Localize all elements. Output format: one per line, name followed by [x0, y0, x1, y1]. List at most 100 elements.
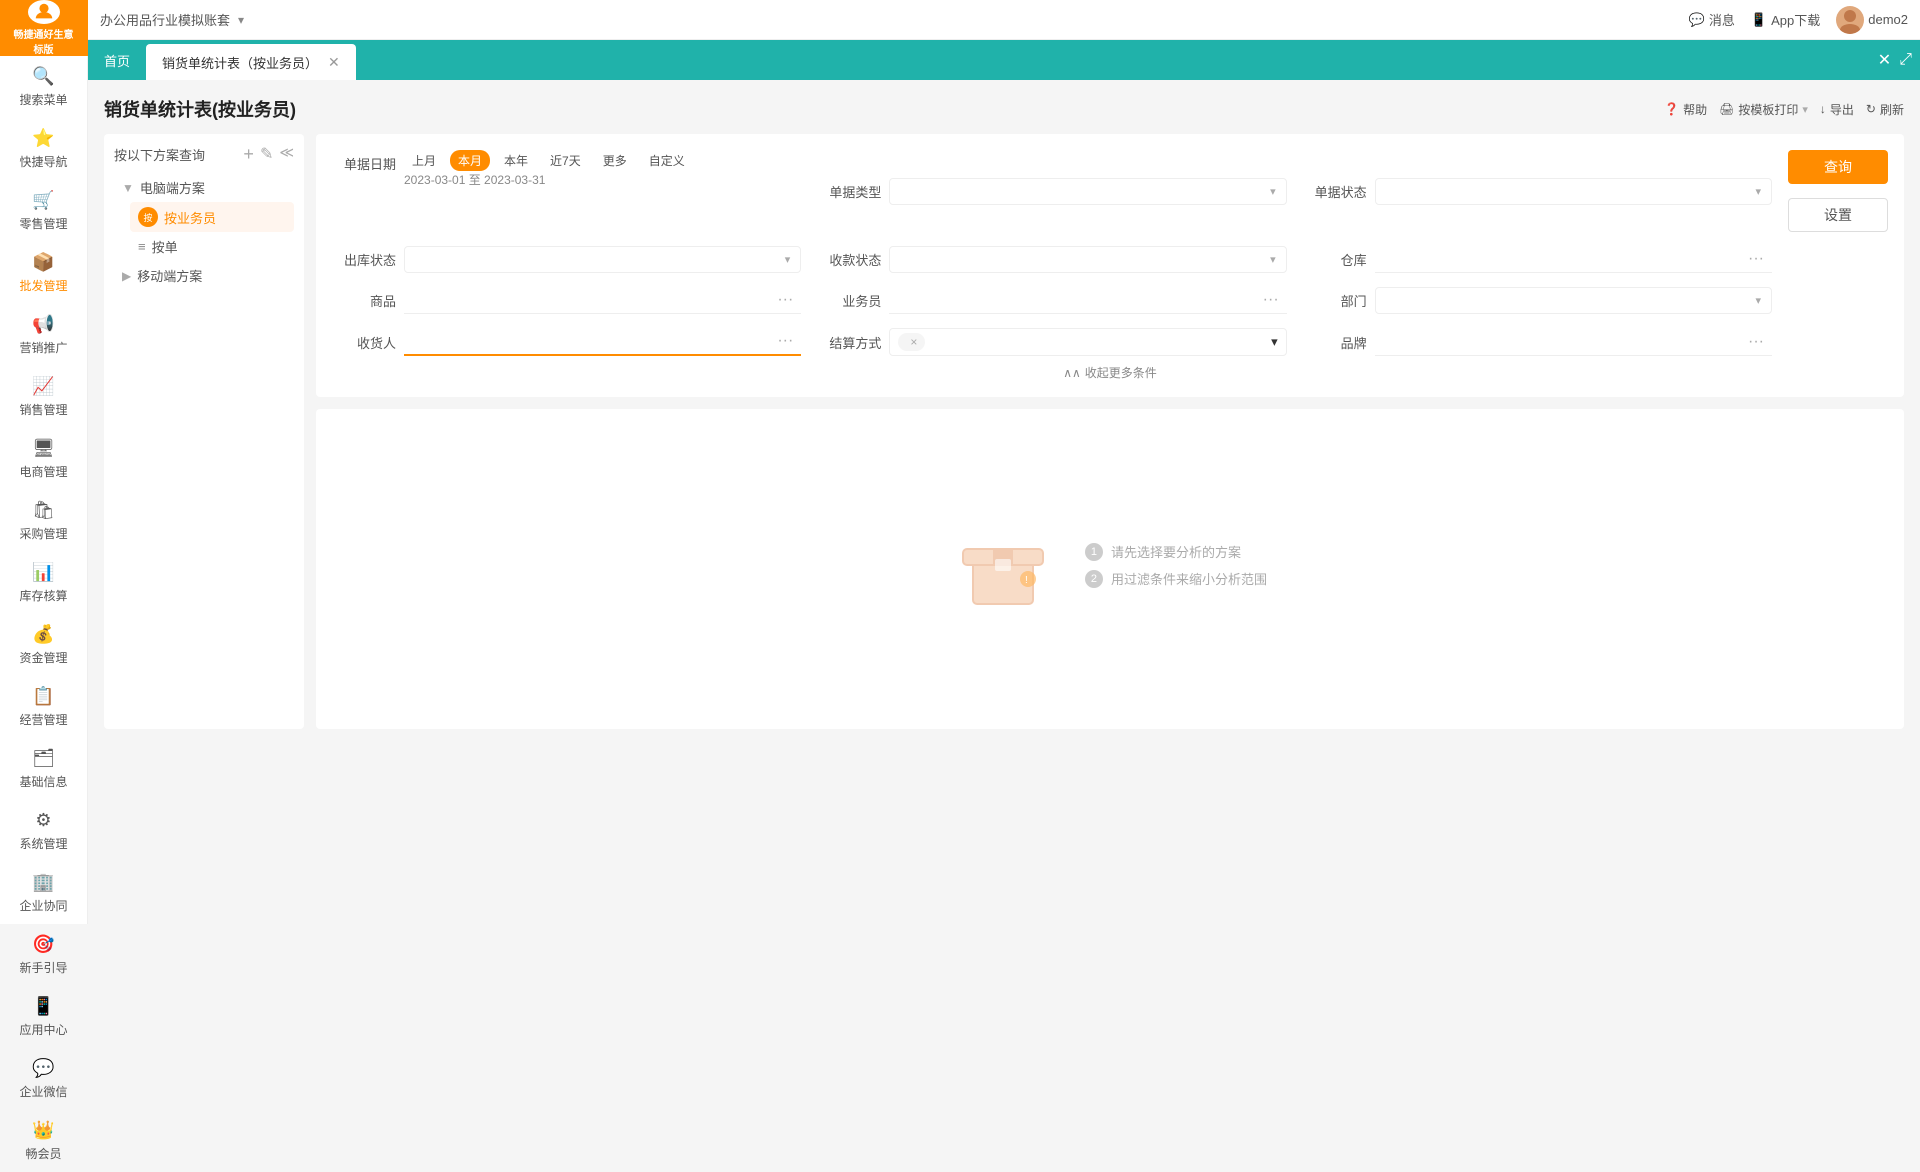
- doc-type-select[interactable]: ▾: [889, 178, 1286, 205]
- setting-button[interactable]: 设置: [1788, 198, 1888, 232]
- goods-input[interactable]: ···: [404, 287, 801, 314]
- dept-select[interactable]: ▾: [1375, 287, 1772, 314]
- date-more[interactable]: 更多: [595, 150, 635, 171]
- logo-icon: [28, 0, 60, 24]
- hint-num-2: 2: [1085, 570, 1103, 588]
- salesman-input[interactable]: ···: [889, 287, 1286, 314]
- consignee-input[interactable]: ···: [404, 328, 801, 356]
- sidebar-item-inventory[interactable]: 📊 库存核算: [0, 552, 87, 614]
- megaphone-icon: 📢: [32, 314, 54, 335]
- sidebar-item-wechat[interactable]: 💬 企业微信: [0, 1048, 87, 1110]
- sidebar-item-purchase[interactable]: 🛍 采购管理: [0, 490, 87, 552]
- doc-status-cell: 单据状态 ▾: [1303, 150, 1772, 232]
- main-filter-area: 单据日期 上月 本月 本年 近7天 更多 自定义 20: [316, 134, 1904, 729]
- sidebar-item-corp[interactable]: 🏢 企业协同: [0, 862, 87, 924]
- sidebar-item-ops[interactable]: 📋 经营管理: [0, 676, 87, 738]
- tab-close-icon[interactable]: ✕: [328, 54, 340, 71]
- filter-row-1: 单据日期 上月 本月 本年 近7天 更多 自定义 20: [332, 150, 1888, 232]
- sidebar-item-base[interactable]: 🗂 基础信息: [0, 738, 87, 800]
- inventory-icon: 📊: [32, 562, 54, 583]
- date-last-month[interactable]: 上月: [404, 150, 444, 171]
- sidebar-item-label: 新手引导: [19, 959, 67, 976]
- hint-text-1: 请先选择要分析的方案: [1111, 542, 1241, 561]
- tree-item-by-salesman[interactable]: 按 按业务员: [130, 202, 294, 232]
- tree-group-desktop[interactable]: ▼ 电脑端方案: [114, 173, 294, 202]
- help-icon: ❓: [1664, 102, 1679, 116]
- date-this-month[interactable]: 本月: [450, 150, 490, 171]
- warehouse-cell: 仓库 ···: [1303, 246, 1772, 273]
- refresh-button[interactable]: ↻ 刷新: [1866, 101, 1904, 118]
- collection-status-cell: 收款状态 ▾: [817, 246, 1286, 273]
- tree-item-by-order[interactable]: ≡ 按单: [130, 232, 294, 261]
- sidebar-item-system[interactable]: ⚙ 系统管理: [0, 800, 87, 862]
- guide-icon: 🎯: [32, 934, 54, 955]
- empty-state: ! 1 请先选择要分析的方案 2 用过滤条件来缩小分析范围: [893, 459, 1327, 679]
- message-button[interactable]: 💬 消息: [1689, 10, 1735, 29]
- edit-scheme-icon[interactable]: ✎: [260, 144, 273, 165]
- sidebar-item-wholesale[interactable]: 📦 批发管理: [0, 242, 87, 304]
- date-tags: 上月 本月 本年 近7天 更多 自定义: [404, 150, 801, 171]
- action-buttons: 查询 设置: [1788, 150, 1888, 232]
- refresh-icon: ↻: [1866, 102, 1876, 116]
- out-status-label: 出库状态: [332, 250, 396, 269]
- sidebar-item-marketing[interactable]: 📢 营销推广: [0, 304, 87, 366]
- sidebar-item-vip[interactable]: 👑 畅会员: [0, 1110, 87, 1172]
- date-this-year[interactable]: 本年: [496, 150, 536, 171]
- out-status-select[interactable]: ▾: [404, 246, 801, 273]
- settlement-arrow-icon: ▾: [1271, 334, 1278, 350]
- export-label: 导出: [1830, 101, 1854, 118]
- doc-status-label: 单据状态: [1303, 182, 1367, 201]
- sidebar-item-retail[interactable]: 🛒 零售管理: [0, 180, 87, 242]
- sidebar: 畅捷通好生意 标版 🔍 搜索菜单 ⭐ 快捷导航 🛒 零售管理 📦 批发管理 📢 …: [0, 0, 88, 924]
- query-button[interactable]: 查询: [1788, 150, 1888, 184]
- collapse-panel-icon[interactable]: ≪: [279, 144, 294, 165]
- settlement-input[interactable]: × ▾: [889, 328, 1286, 356]
- left-panel: 按以下方案查询 + ✎ ≪ ▼ 电脑端方案 按: [104, 134, 304, 729]
- hint-num-1: 1: [1085, 543, 1103, 561]
- sidebar-item-label: 畅会员: [25, 1145, 61, 1162]
- tab-close-all-icon[interactable]: ✕: [1878, 50, 1891, 70]
- warehouse-input[interactable]: ···: [1375, 246, 1772, 273]
- sidebar-item-sales[interactable]: 📈 销售管理: [0, 366, 87, 428]
- refresh-label: 刷新: [1880, 101, 1904, 118]
- app-download-button[interactable]: 📱 App下载: [1751, 10, 1820, 29]
- add-scheme-button[interactable]: +: [243, 144, 254, 165]
- sidebar-item-label: 零售管理: [19, 215, 67, 232]
- help-button[interactable]: ❓ 帮助: [1664, 101, 1707, 118]
- sidebar-item-label: 资金管理: [19, 649, 67, 666]
- date-custom[interactable]: 自定义: [641, 150, 693, 171]
- sidebar-item-quicknav[interactable]: ⭐ 快捷导航: [0, 118, 87, 180]
- sidebar-item-search[interactable]: 🔍 搜索菜单: [0, 56, 87, 118]
- collection-status-label: 收款状态: [817, 250, 881, 269]
- out-status-cell: 出库状态 ▾: [332, 246, 801, 273]
- doc-status-select[interactable]: ▾: [1375, 178, 1772, 205]
- sidebar-item-finance[interactable]: 💰 资金管理: [0, 614, 87, 676]
- crown-icon: 👑: [32, 1120, 54, 1141]
- sidebar-item-label: 系统管理: [19, 835, 67, 852]
- salesman-dots-icon: ···: [1263, 291, 1279, 309]
- collapse-button[interactable]: ∧∧ 收起更多条件: [1063, 364, 1157, 381]
- template-print-button[interactable]: 🖨 按模板打印 ▾: [1719, 101, 1808, 118]
- user-profile[interactable]: demo2: [1836, 6, 1908, 34]
- topbar-dropdown-icon[interactable]: ▾: [238, 13, 244, 27]
- collection-status-select[interactable]: ▾: [889, 246, 1286, 273]
- sidebar-item-appstore[interactable]: 📱 应用中心: [0, 986, 87, 1048]
- tab-sales-stat[interactable]: 销货单统计表（按业务员） ✕: [146, 44, 356, 80]
- tab-home[interactable]: 首页: [88, 40, 146, 80]
- sidebar-item-ecom[interactable]: 🖥 电商管理: [0, 428, 87, 490]
- box-icon: 📦: [32, 252, 54, 273]
- export-button[interactable]: ↓ 导出: [1820, 101, 1854, 118]
- topbar: 办公用品行业模拟账套 ▾ 💬 消息 📱 App下载 demo2: [88, 0, 1920, 40]
- tab-maximize-icon[interactable]: ⤢: [1899, 51, 1912, 69]
- main-area: 办公用品行业模拟账套 ▾ 💬 消息 📱 App下载 demo2 首页: [88, 0, 1920, 924]
- tree-group-mobile[interactable]: ▶ 移动端方案: [114, 261, 294, 290]
- sidebar-item-guide[interactable]: 🎯 新手引导: [0, 924, 87, 986]
- hint-text-2: 用过滤条件来缩小分析范围: [1111, 569, 1267, 588]
- app-logo: 畅捷通好生意 标版: [0, 0, 88, 56]
- topbar-right: 💬 消息 📱 App下载 demo2: [1689, 6, 1908, 34]
- settlement-tag-close[interactable]: ×: [910, 335, 917, 349]
- date-7days[interactable]: 近7天: [542, 150, 589, 171]
- help-label: 帮助: [1683, 101, 1707, 118]
- brand-input[interactable]: ···: [1375, 329, 1772, 356]
- consignee-cell: 收货人 ···: [332, 328, 801, 356]
